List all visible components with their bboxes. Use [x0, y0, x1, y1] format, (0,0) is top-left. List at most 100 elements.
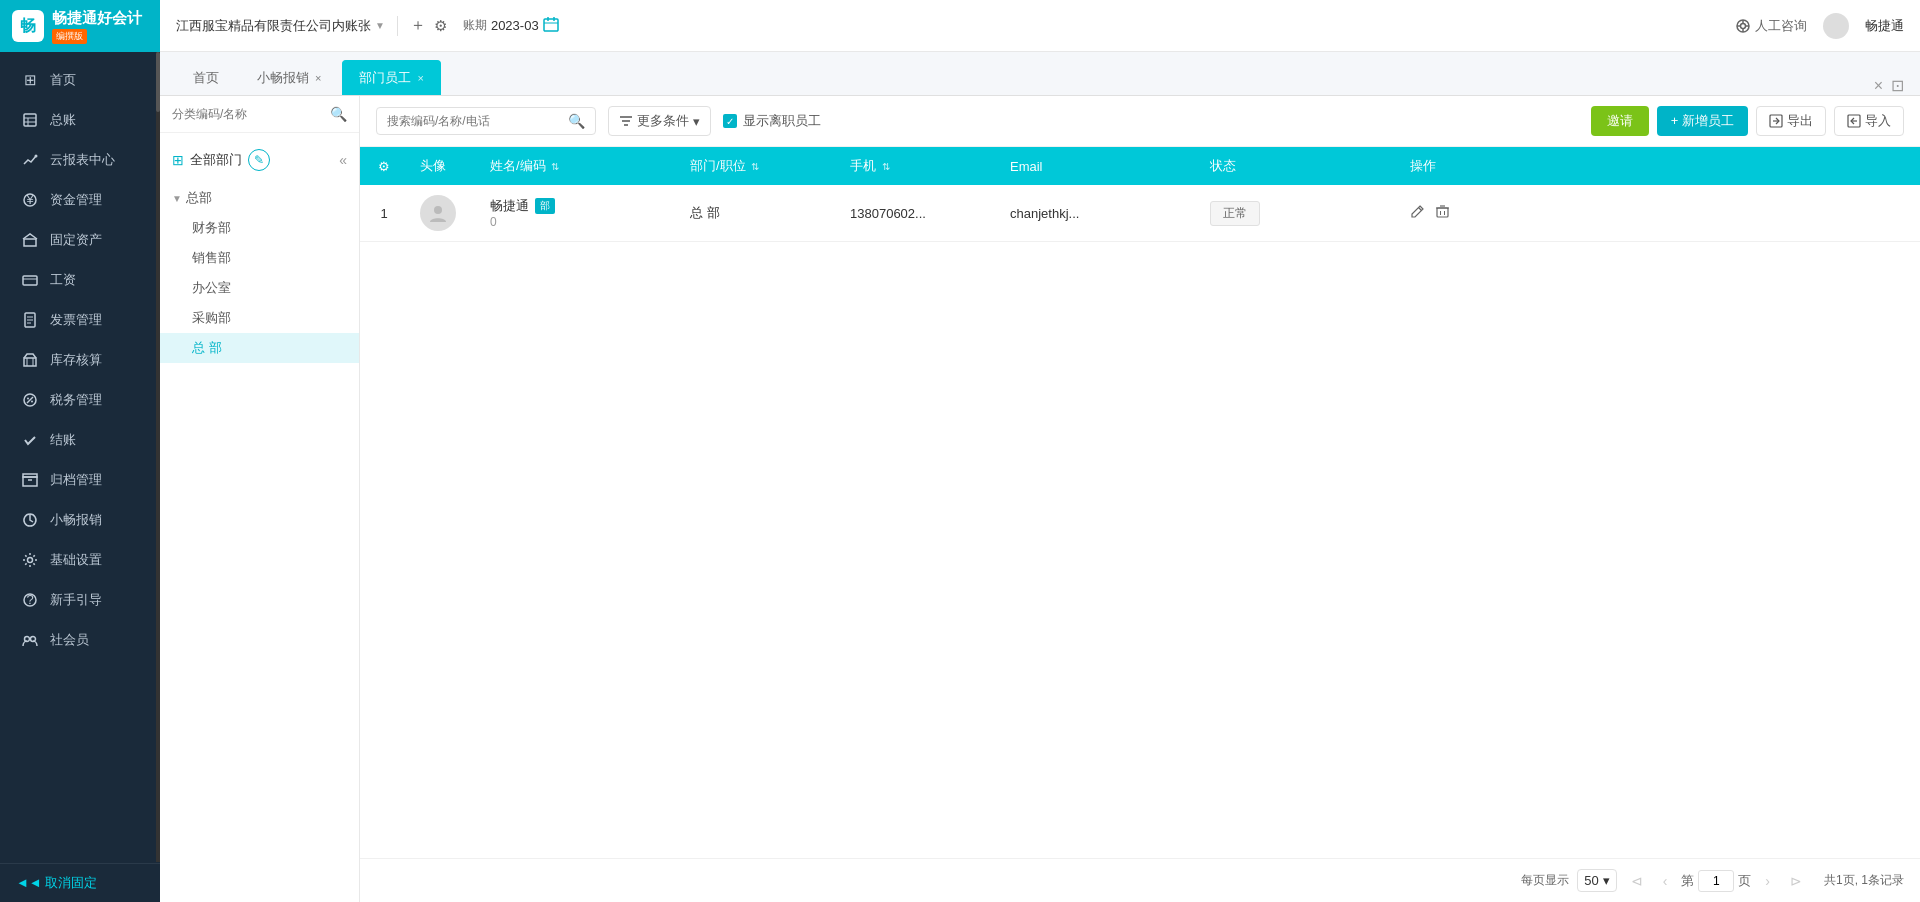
col-avatar-label: 头像 — [420, 158, 446, 173]
svg-point-46 — [434, 206, 442, 214]
page-input-area: 第 页 — [1681, 870, 1751, 892]
next-page-button[interactable]: › — [1759, 871, 1776, 891]
employee-search-input[interactable] — [387, 114, 568, 128]
sidebar-item-checkout[interactable]: 结账 — [0, 420, 160, 460]
per-page-value: 50 — [1584, 873, 1598, 888]
tab-dept-close[interactable]: × — [417, 72, 423, 84]
svg-rect-14 — [24, 358, 36, 366]
tab-expand-button[interactable]: ⊡ — [1891, 76, 1904, 95]
all-depts-item[interactable]: ⊞ 全部部门 ✎ « — [160, 141, 359, 179]
sidebar-item-tax[interactable]: 税务管理 — [0, 380, 160, 420]
topbar: 江西服宝精品有限责任公司内账张 ▼ ＋ ⚙ 账期 2023-03 人工咨询 畅捷… — [160, 0, 1920, 52]
logo-badge: 编撰版 — [52, 29, 87, 44]
topbar-settings-button[interactable]: ⚙ — [434, 17, 447, 35]
sidebar-item-capital[interactable]: ¥ 资金管理 — [0, 180, 160, 220]
dept-search-input[interactable] — [172, 107, 330, 121]
dept-expand-arrow: ▼ — [172, 193, 182, 204]
col-status-label: 状态 — [1210, 158, 1236, 173]
svg-rect-7 — [24, 239, 36, 246]
sidebar-item-archive[interactable]: 归档管理 — [0, 460, 160, 500]
dept-search-icon[interactable]: 🔍 — [330, 106, 347, 122]
dept-edit-button[interactable]: ✎ — [248, 149, 270, 171]
col-name-label: 姓名/编码 — [490, 158, 546, 173]
dept-headquarters[interactable]: ▼ 总部 — [160, 183, 359, 213]
dept-search-box: 🔍 — [160, 96, 359, 133]
svg-rect-48 — [1437, 208, 1448, 217]
name-cell: 畅捷通 部 — [490, 197, 666, 215]
dept-sales[interactable]: 销售部 — [160, 243, 359, 273]
tab-dept-label: 部门员工 — [359, 69, 411, 87]
dept-collapse-button[interactable]: « — [339, 152, 347, 168]
col-gear[interactable]: ⚙ — [360, 147, 408, 185]
tab-dept-employee[interactable]: 部门员工 × — [342, 60, 440, 95]
svg-point-20 — [31, 401, 33, 403]
col-mobile[interactable]: 手机 ⇅ — [838, 147, 998, 185]
per-page-select[interactable]: 50 ▾ — [1577, 869, 1616, 892]
more-filter-button[interactable]: 更多条件 ▾ — [608, 106, 711, 136]
first-page-button[interactable]: ⊲ — [1625, 871, 1649, 891]
tab-xiaochang-expense[interactable]: 小畅报销 × — [240, 60, 338, 95]
company-name: 江西服宝精品有限责任公司内账张 — [176, 17, 371, 35]
show-resigned-toggle[interactable]: ✓ 显示离职员工 — [723, 112, 821, 130]
toolbar-right-actions: 邀请 + 新增员工 导出 导入 — [1591, 106, 1904, 136]
sidebar-item-inventory[interactable]: 库存核算 — [0, 340, 160, 380]
basic-icon — [20, 550, 40, 570]
prev-page-button[interactable]: ‹ — [1657, 871, 1674, 891]
sidebar-item-assets[interactable]: 固定资产 — [0, 220, 160, 260]
sidebar-item-more[interactable]: 社会员 — [0, 620, 160, 660]
sidebar-unpin-button[interactable]: ◄◄ 取消固定 — [0, 863, 160, 902]
dept-office[interactable]: 办公室 — [160, 273, 359, 303]
more-filter-arrow: ▾ — [693, 114, 700, 129]
row-dept: 总 部 — [678, 185, 838, 242]
page-input[interactable] — [1698, 870, 1734, 892]
sidebar-item-home[interactable]: ⊞ 首页 — [0, 60, 160, 100]
dept-procurement[interactable]: 采购部 — [160, 303, 359, 333]
export-label: 导出 — [1787, 112, 1813, 130]
invite-button[interactable]: 邀请 — [1591, 106, 1649, 136]
tab-home[interactable]: 首页 — [176, 60, 236, 95]
row-email: chanjethkj... — [998, 185, 1198, 242]
tab-xiaochang-close[interactable]: × — [315, 72, 321, 84]
period-calendar-icon[interactable] — [543, 16, 559, 35]
show-resigned-checkbox[interactable]: ✓ — [723, 114, 737, 128]
company-selector[interactable]: 江西服宝精品有限责任公司内账张 ▼ — [176, 17, 385, 35]
tab-close-button[interactable]: × — [1874, 77, 1883, 95]
capital-icon: ¥ — [20, 190, 40, 210]
add-employee-button[interactable]: + 新增员工 — [1657, 106, 1748, 136]
sidebar-item-ledger[interactable]: 总账 — [0, 100, 160, 140]
add-tab-button[interactable]: ＋ — [410, 15, 426, 36]
row-name-code: 畅捷通 部 0 — [478, 185, 678, 242]
edit-button[interactable] — [1410, 204, 1425, 222]
dept-general[interactable]: 总 部 — [160, 333, 359, 363]
last-page-button[interactable]: ⊳ — [1784, 871, 1808, 891]
svg-line-47 — [1419, 208, 1422, 211]
more-filter-label: 更多条件 — [637, 112, 689, 130]
all-depts-label: 全部部门 — [190, 151, 242, 169]
sidebar-item-reports[interactable]: 云报表中心 — [0, 140, 160, 180]
col-action-label: 操作 — [1410, 158, 1436, 173]
dept-finance[interactable]: 财务部 — [160, 213, 359, 243]
avatar — [420, 195, 456, 231]
export-button[interactable]: 导出 — [1756, 106, 1826, 136]
sidebar-logo: 畅 畅捷通好会计 编撰版 — [0, 0, 160, 52]
sidebar-item-guide[interactable]: ? 新手引导 — [0, 580, 160, 620]
dept-headquarters-label: 总部 — [186, 189, 212, 207]
svg-text:¥: ¥ — [25, 192, 34, 207]
delete-button[interactable] — [1435, 204, 1450, 222]
import-button[interactable]: 导入 — [1834, 106, 1904, 136]
support-button[interactable]: 人工咨询 — [1735, 17, 1807, 35]
checkout-icon — [20, 430, 40, 450]
page-suffix: 页 — [1738, 872, 1751, 890]
svg-rect-22 — [23, 474, 37, 477]
sidebar-item-salary[interactable]: 工资 — [0, 260, 160, 300]
employee-search-icon[interactable]: 🔍 — [568, 113, 585, 129]
sidebar-scrollbar — [156, 52, 160, 862]
sidebar-item-basic[interactable]: 基础设置 — [0, 540, 160, 580]
col-name-code[interactable]: 姓名/编码 ⇅ — [478, 147, 678, 185]
sidebar-item-xiaochang[interactable]: 小畅报销 — [0, 500, 160, 540]
company-dropdown-arrow: ▼ — [375, 20, 385, 31]
sidebar-item-invoice[interactable]: 发票管理 — [0, 300, 160, 340]
tab-xiaochang-label: 小畅报销 — [257, 69, 309, 87]
col-dept[interactable]: 部门/职位 ⇅ — [678, 147, 838, 185]
employee-table-wrap: ⚙ 头像 姓名/编码 ⇅ 部门/职位 ⇅ — [360, 147, 1920, 858]
